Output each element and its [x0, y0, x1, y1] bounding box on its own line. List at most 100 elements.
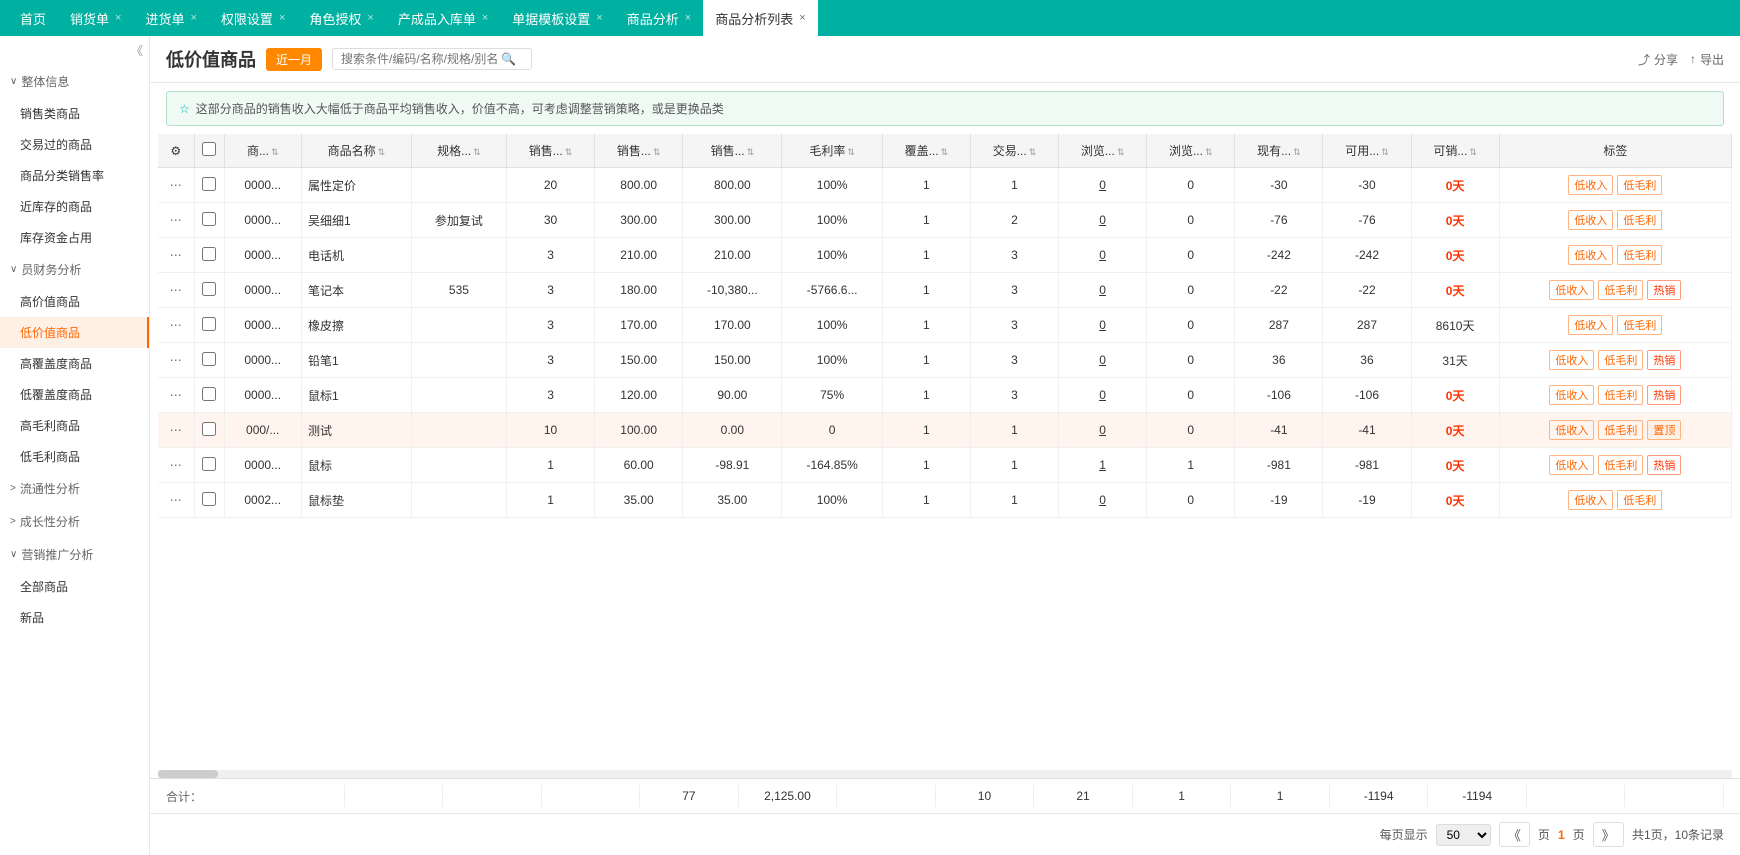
sidebar-section-title-overall[interactable]: ∨整体信息	[0, 65, 149, 98]
browse1-link[interactable]: 0	[1099, 423, 1106, 437]
nav-product-analysis[interactable]: 商品分析×	[615, 0, 703, 36]
horizontal-scrollbar[interactable]	[158, 770, 1732, 778]
nav-close-icon[interactable]: ×	[482, 12, 488, 24]
nav-sales-order[interactable]: 销货单×	[58, 0, 133, 36]
sidebar-collapse-button[interactable]: 《	[0, 36, 149, 65]
td-checkbox[interactable]	[194, 273, 224, 308]
share-button[interactable]: ⤴ 分享	[1638, 51, 1678, 68]
nav-role-auth[interactable]: 角色授权×	[297, 0, 385, 36]
date-filter-button[interactable]: 近一月	[266, 48, 322, 71]
nav-purchase-order[interactable]: 进货单×	[133, 0, 208, 36]
nav-home[interactable]: 首页	[8, 0, 58, 36]
td-gear[interactable]: ⋯	[158, 483, 194, 518]
nav-close-icon[interactable]: ×	[279, 12, 285, 24]
browse1-link[interactable]: 1	[1099, 458, 1106, 472]
nav-close-icon[interactable]: ×	[115, 12, 121, 24]
sidebar-item-traded-goods[interactable]: 交易过的商品	[0, 129, 149, 160]
browse1-link[interactable]: 0	[1099, 493, 1106, 507]
sidebar-item-stock-capital[interactable]: 库存资金占用	[0, 222, 149, 253]
td-gear[interactable]: ⋯	[158, 168, 194, 203]
nav-close-icon[interactable]: ×	[367, 12, 373, 24]
prev-page-button[interactable]: 《	[1499, 822, 1530, 847]
nav-product-analysis-list[interactable]: 商品分析列表×	[703, 0, 817, 36]
row-checkbox[interactable]	[202, 212, 216, 226]
export-button[interactable]: ↑ 导出	[1690, 51, 1724, 68]
td-browse1[interactable]: 0	[1059, 168, 1147, 203]
nav-product-inbound[interactable]: 产成品入库单×	[386, 0, 500, 36]
browse1-link[interactable]: 0	[1099, 318, 1106, 332]
td-gear[interactable]: ⋯	[158, 273, 194, 308]
table-wrapper[interactable]: ⚙ 商...⇅ 商品名称⇅ 规格...⇅ 销售...⇅ 销售...⇅ 销售...…	[150, 134, 1740, 770]
td-gear[interactable]: ⋯	[158, 238, 194, 273]
sidebar-item-high-value[interactable]: 高价值商品	[0, 286, 149, 317]
next-page-button[interactable]: 》	[1593, 822, 1624, 847]
nav-close-icon[interactable]: ×	[685, 12, 691, 24]
td-gear[interactable]: ⋯	[158, 343, 194, 378]
th-current[interactable]: 现有...⇅	[1235, 134, 1323, 168]
td-browse1[interactable]: 0	[1059, 343, 1147, 378]
search-icon[interactable]: 🔍	[501, 52, 516, 66]
th-gross-rate[interactable]: 毛利率⇅	[782, 134, 882, 168]
td-checkbox[interactable]	[194, 238, 224, 273]
td-checkbox[interactable]	[194, 203, 224, 238]
td-checkbox[interactable]	[194, 483, 224, 518]
browse1-link[interactable]: 0	[1099, 248, 1106, 262]
th-browse2[interactable]: 浏览...⇅	[1147, 134, 1235, 168]
td-browse1[interactable]: 1	[1059, 448, 1147, 483]
sidebar-section-title-growth[interactable]: >成长性分析	[0, 505, 149, 538]
td-browse1[interactable]: 0	[1059, 308, 1147, 343]
row-checkbox[interactable]	[202, 177, 216, 191]
row-checkbox[interactable]	[202, 387, 216, 401]
th-gear[interactable]: ⚙	[158, 134, 194, 168]
row-checkbox[interactable]	[202, 422, 216, 436]
row-checkbox[interactable]	[202, 352, 216, 366]
td-gear[interactable]: ⋯	[158, 413, 194, 448]
sidebar-item-category-sales-rate[interactable]: 商品分类销售率	[0, 160, 149, 191]
browse1-link[interactable]: 0	[1099, 353, 1106, 367]
nav-template-settings[interactable]: 单据模板设置×	[500, 0, 614, 36]
th-checkbox[interactable]	[194, 134, 224, 168]
browse1-link[interactable]: 0	[1099, 213, 1106, 227]
td-checkbox[interactable]	[194, 308, 224, 343]
sidebar-section-title-marketing[interactable]: ∨营销推广分析	[0, 538, 149, 571]
th-sales-avg[interactable]: 销售...⇅	[683, 134, 782, 168]
row-checkbox[interactable]	[202, 247, 216, 261]
td-browse1[interactable]: 0	[1059, 413, 1147, 448]
sidebar-section-title-liquidity[interactable]: >流通性分析	[0, 472, 149, 505]
sidebar-item-sales-goods[interactable]: 销售类商品	[0, 98, 149, 129]
th-tag[interactable]: 标签	[1499, 134, 1731, 168]
th-coverage[interactable]: 覆盖...⇅	[882, 134, 970, 168]
sidebar-item-low-margin[interactable]: 低毛利商品	[0, 441, 149, 472]
sidebar-item-near-stock[interactable]: 近库存的商品	[0, 191, 149, 222]
browse1-link[interactable]: 0	[1099, 388, 1106, 402]
th-name[interactable]: 商品名称⇅	[301, 134, 411, 168]
td-browse1[interactable]: 0	[1059, 238, 1147, 273]
row-checkbox[interactable]	[202, 282, 216, 296]
th-available[interactable]: 可用...⇅	[1323, 134, 1411, 168]
th-sales-qty[interactable]: 销售...⇅	[506, 134, 594, 168]
td-checkbox[interactable]	[194, 378, 224, 413]
td-checkbox[interactable]	[194, 168, 224, 203]
td-gear[interactable]: ⋯	[158, 308, 194, 343]
sidebar-item-low-value[interactable]: 低价值商品	[0, 317, 149, 348]
td-checkbox[interactable]	[194, 343, 224, 378]
td-browse1[interactable]: 0	[1059, 483, 1147, 518]
td-gear[interactable]: ⋯	[158, 378, 194, 413]
scrollbar-thumb[interactable]	[158, 770, 218, 778]
nav-close-icon[interactable]: ×	[596, 12, 602, 24]
th-sales-amount[interactable]: 销售...⇅	[595, 134, 683, 168]
th-saleable[interactable]: 可销...⇅	[1411, 134, 1499, 168]
browse1-link[interactable]: 0	[1099, 283, 1106, 297]
th-spec[interactable]: 规格...⇅	[411, 134, 506, 168]
sidebar-item-high-coverage[interactable]: 高覆盖度商品	[0, 348, 149, 379]
th-code[interactable]: 商...⇅	[224, 134, 301, 168]
td-gear[interactable]: ⋯	[158, 203, 194, 238]
per-page-select[interactable]: 50 100	[1436, 824, 1491, 846]
row-checkbox[interactable]	[202, 317, 216, 331]
select-all-checkbox[interactable]	[202, 142, 216, 156]
nav-close-icon[interactable]: ×	[190, 12, 196, 24]
row-checkbox[interactable]	[202, 457, 216, 471]
sidebar-item-new-goods[interactable]: 新品	[0, 602, 149, 633]
td-checkbox[interactable]	[194, 413, 224, 448]
row-checkbox[interactable]	[202, 492, 216, 506]
